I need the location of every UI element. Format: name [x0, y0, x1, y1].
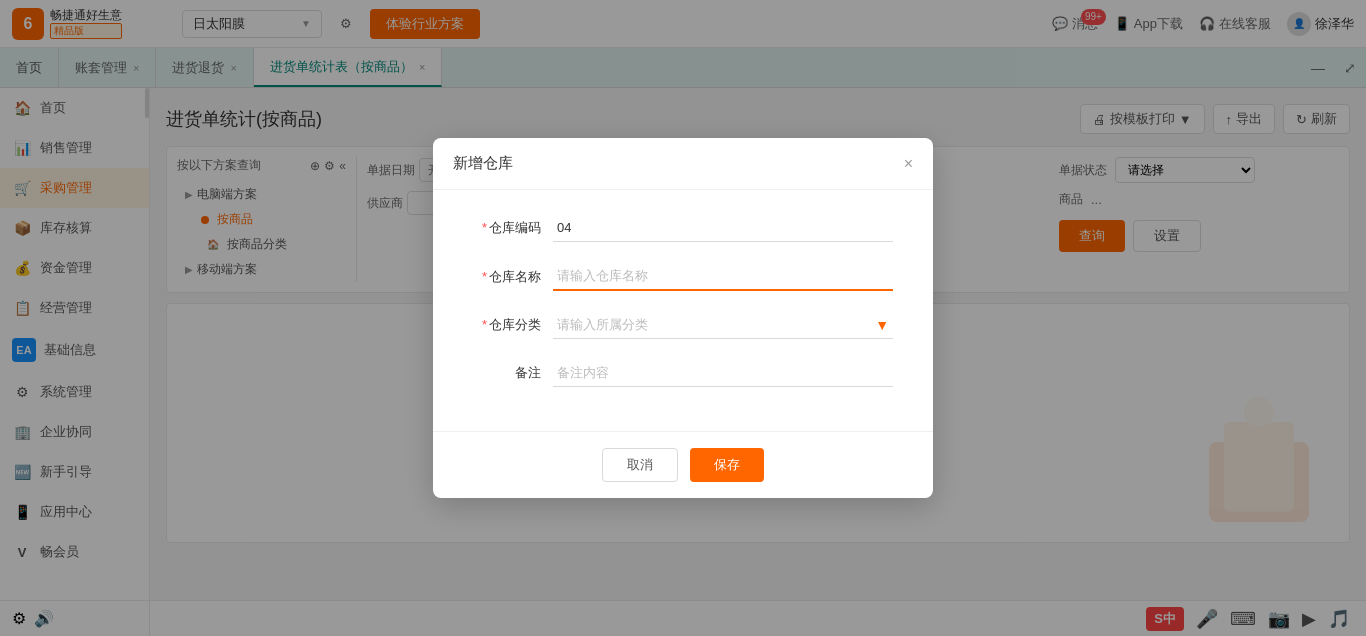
modal: 新增仓库 × 仓库编码 仓库名称 仓库分类 ▼: [433, 138, 933, 498]
modal-footer: 取消 保存: [433, 431, 933, 498]
remark-input[interactable]: [553, 359, 893, 387]
modal-body: 仓库编码 仓库名称 仓库分类 ▼ 备注: [433, 190, 933, 431]
remark-label: 备注: [473, 364, 553, 382]
code-input[interactable]: [553, 214, 893, 242]
modal-overlay: 新增仓库 × 仓库编码 仓库名称 仓库分类 ▼: [0, 0, 1366, 636]
form-row-name: 仓库名称: [473, 262, 893, 291]
form-row-remark: 备注: [473, 359, 893, 387]
name-label: 仓库名称: [473, 268, 553, 286]
code-label: 仓库编码: [473, 219, 553, 237]
category-dropdown-arrow: ▼: [875, 317, 889, 333]
save-btn[interactable]: 保存: [690, 448, 764, 482]
modal-title: 新增仓库: [453, 154, 513, 173]
name-input[interactable]: [553, 262, 893, 291]
cancel-btn[interactable]: 取消: [602, 448, 678, 482]
modal-close-btn[interactable]: ×: [904, 155, 913, 173]
category-label: 仓库分类: [473, 316, 553, 334]
modal-header: 新增仓库 ×: [433, 138, 933, 190]
form-row-code: 仓库编码: [473, 214, 893, 242]
form-row-category: 仓库分类 ▼: [473, 311, 893, 339]
category-select-wrapper: ▼: [553, 311, 893, 339]
category-input[interactable]: [553, 311, 893, 339]
